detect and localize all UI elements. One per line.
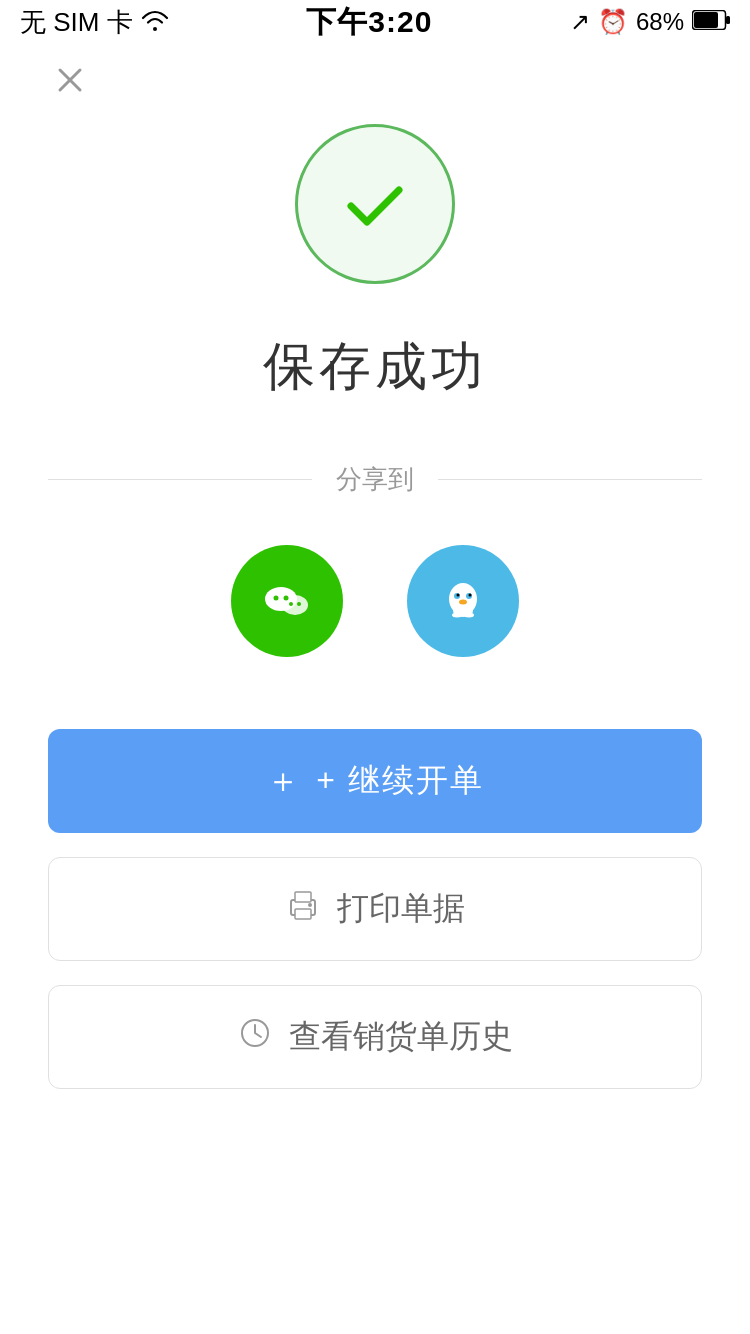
- svg-point-14: [457, 594, 460, 597]
- svg-point-16: [459, 600, 467, 605]
- checkmark-icon: [335, 164, 415, 244]
- print-label: 打印单据: [337, 887, 465, 931]
- location-icon: ↗: [570, 8, 590, 36]
- printer-icon: [285, 887, 321, 931]
- continue-label: + 继续开单: [316, 759, 484, 803]
- share-icons: [231, 545, 519, 657]
- close-button[interactable]: [46, 56, 94, 104]
- status-left: 无 SIM 卡: [20, 5, 169, 40]
- sim-text: 无 SIM 卡: [20, 5, 133, 40]
- wechat-icon: [257, 571, 317, 631]
- svg-point-19: [453, 605, 473, 617]
- alarm-icon: ⏰: [598, 8, 628, 36]
- print-button[interactable]: 打印单据: [48, 857, 702, 961]
- qq-icon: [433, 571, 493, 631]
- share-divider: 分享到: [0, 462, 750, 497]
- status-bar: 无 SIM 卡 下午3:20 ↗ ⏰ 68%: [0, 0, 750, 44]
- svg-point-7: [274, 596, 279, 601]
- history-label: 查看销货单历史: [289, 1015, 513, 1059]
- svg-point-23: [308, 903, 312, 907]
- svg-point-9: [289, 602, 293, 606]
- action-buttons: ＋ + 继续开单 打印单据 查看销货单历: [0, 729, 750, 1089]
- status-time: 下午3:20: [306, 2, 432, 43]
- svg-rect-21: [295, 909, 311, 919]
- success-title: 保存成功: [263, 332, 487, 402]
- wifi-icon: [141, 7, 169, 38]
- history-icon: [237, 1015, 273, 1059]
- wechat-share-button[interactable]: [231, 545, 343, 657]
- continue-button[interactable]: ＋ + 继续开单: [48, 729, 702, 833]
- divider-right: [438, 479, 702, 480]
- history-button[interactable]: 查看销货单历史: [48, 985, 702, 1089]
- status-right: ↗ ⏰ 68%: [570, 8, 730, 36]
- battery-icon: [692, 8, 730, 36]
- battery-percent: 68%: [636, 8, 684, 36]
- share-label: 分享到: [312, 462, 438, 497]
- plus-icon: ＋: [266, 758, 300, 804]
- svg-rect-22: [295, 892, 311, 902]
- svg-rect-2: [694, 12, 718, 28]
- main-content: 保存成功 分享到: [0, 44, 750, 1089]
- divider-left: [48, 479, 312, 480]
- svg-point-10: [297, 602, 301, 606]
- success-icon-circle: [295, 124, 455, 284]
- svg-rect-1: [726, 16, 730, 24]
- svg-point-15: [469, 594, 472, 597]
- svg-point-8: [284, 596, 289, 601]
- qq-share-button[interactable]: [407, 545, 519, 657]
